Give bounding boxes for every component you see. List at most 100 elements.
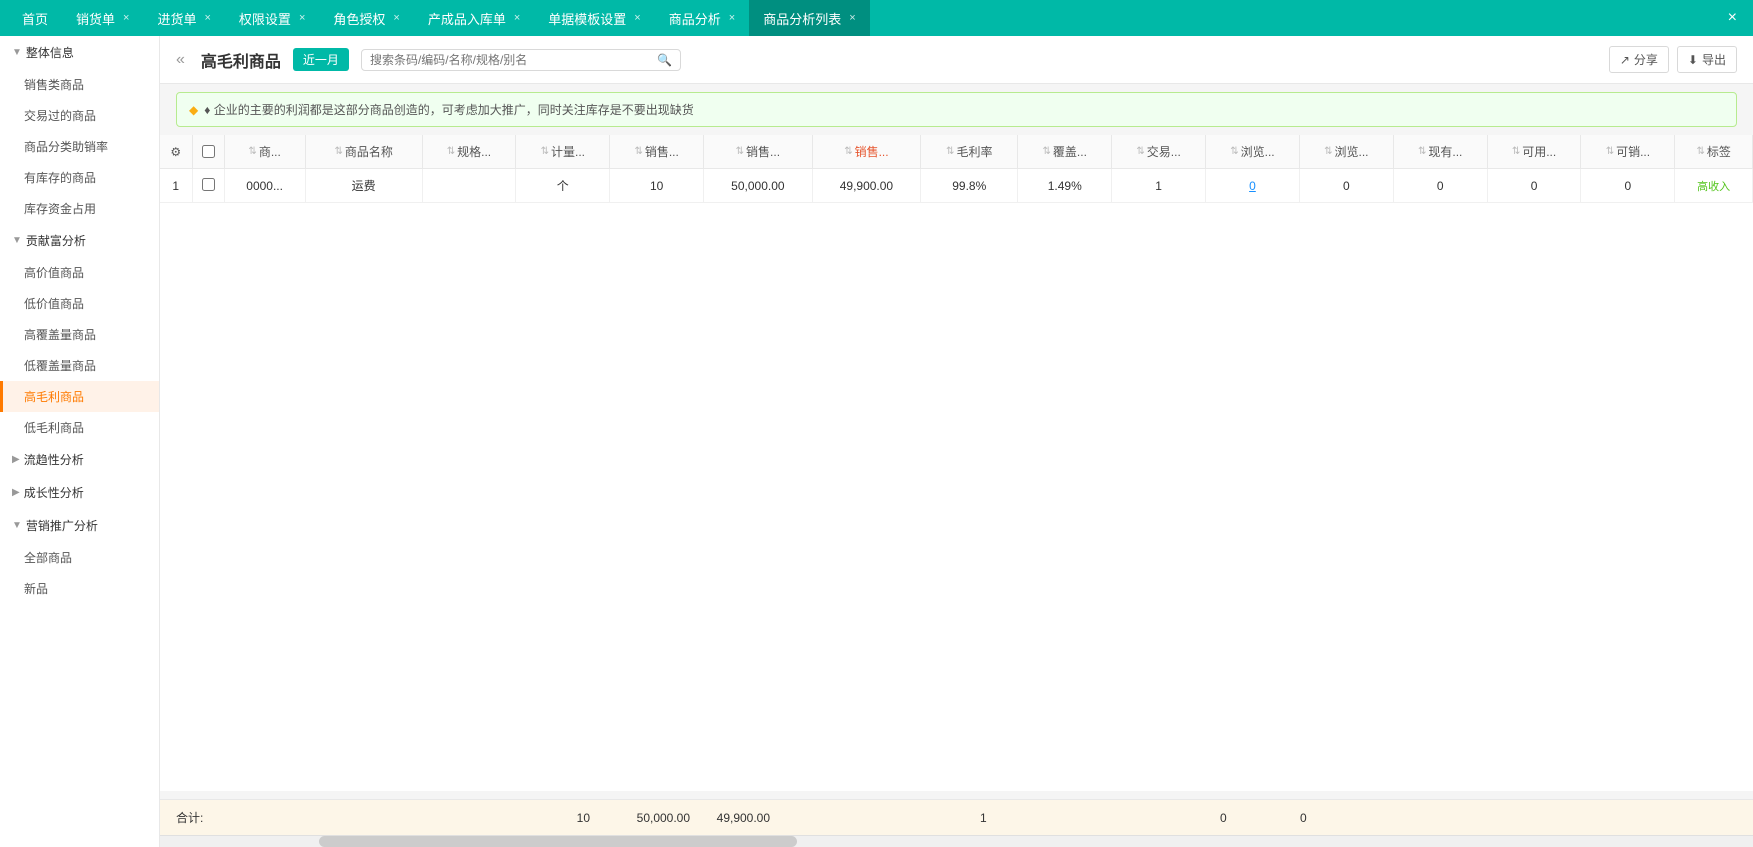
col-current-stock[interactable]: ⇅现有... [1393, 135, 1487, 169]
footer-transactions: 1 [943, 811, 1023, 825]
col-transactions[interactable]: ⇅交易... [1112, 135, 1206, 169]
col-sort-icon-9: ⇅ [1043, 146, 1051, 157]
sidebar-group-marketing[interactable]: ▼ 营销推广分析 [0, 509, 159, 542]
top-navigation: 首页 销货单 × 进货单 × 权限设置 × 角色授权 × 产成品入库单 × 单据… [0, 0, 1753, 36]
sidebar-item-stock-capital[interactable]: 库存资金占用 [0, 193, 159, 224]
nav-item-home[interactable]: 首页 [8, 0, 62, 36]
footer-sales-qty: 10 [543, 811, 623, 825]
col-sellable[interactable]: ⇅可销... [1581, 135, 1675, 169]
scrollbar-thumb[interactable] [319, 836, 797, 847]
col-tag[interactable]: ⇅标签 [1675, 135, 1753, 169]
table-header-row: ⚙ ⇅商... ⇅商品名称 ⇅规格... [160, 135, 1753, 169]
col-sales-qty[interactable]: ⇅销售... [610, 135, 704, 169]
col-sales-amount[interactable]: ⇅销售... [704, 135, 813, 169]
sidebar-group-growth[interactable]: ▶ 成长性分析 [0, 476, 159, 509]
col-available[interactable]: ⇅可用... [1487, 135, 1581, 169]
nav-close-sales[interactable]: × [123, 12, 129, 24]
cell-name: 运费 [305, 169, 422, 203]
cell-tag: 高收入 [1675, 169, 1753, 203]
content-area: « 高毛利商品 近一月 🔍 ↗ 分享 ⬇ 导出 ◆ ♦ 企业的 [160, 36, 1753, 847]
sidebar-item-low-coverage[interactable]: 低覆盖量商品 [0, 350, 159, 381]
col-sort-icon-7: ⇅ [844, 146, 852, 157]
nav-item-product-analysis[interactable]: 商品分析 × [655, 0, 749, 36]
sidebar-item-sales-goods[interactable]: 销售类商品 [0, 69, 159, 100]
table-row: 1 0000... 运费 个 10 50,000.00 49,900.00 99… [160, 169, 1753, 203]
cell-gross-margin: 99.8% [921, 169, 1018, 203]
window-close-button[interactable]: × [1720, 9, 1745, 27]
search-input[interactable] [370, 53, 653, 67]
col-settings[interactable]: ⚙ [160, 135, 192, 169]
info-banner: ◆ ♦ 企业的主要的利润都是这部分商品创造的，可考虑加大推广，同时关注库存是不要… [176, 92, 1737, 127]
sidebar-group-flow[interactable]: ▶ 流趋性分析 [0, 443, 159, 476]
sidebar-item-high-coverage[interactable]: 高覆盖量商品 [0, 319, 159, 350]
sidebar-item-high-value[interactable]: 高价值商品 [0, 257, 159, 288]
horizontal-scrollbar[interactable] [160, 835, 1753, 847]
col-checkbox[interactable] [192, 135, 224, 169]
footer-current-stock: 0 [1183, 811, 1263, 825]
nav-close-product-analysis[interactable]: × [729, 12, 735, 24]
col-sales-profit[interactable]: ⇅销售... [812, 135, 921, 169]
sidebar-item-all-goods[interactable]: 全部商品 [0, 542, 159, 573]
main-layout: ▼ 整体信息 销售类商品 交易过的商品 商品分类助销率 有库存的商品 库存资金占… [0, 36, 1753, 847]
nav-item-purchase[interactable]: 进货单 × [143, 0, 224, 36]
col-unit[interactable]: ⇅计量... [516, 135, 610, 169]
chevron-right-icon-2: ▶ [12, 487, 20, 498]
sidebar-group-contribution[interactable]: ▼ 贡献富分析 [0, 224, 159, 257]
col-sort-icon-15: ⇅ [1606, 146, 1614, 157]
col-sort-icon: ⇅ [248, 146, 256, 157]
col-gross-margin[interactable]: ⇅毛利率 [921, 135, 1018, 169]
footer-available: 0 [1263, 811, 1343, 825]
cell-sales-amount: 50,000.00 [704, 169, 813, 203]
sidebar-item-new-goods[interactable]: 新品 [0, 573, 159, 604]
chevron-down-icon-2: ▼ [12, 235, 22, 246]
cell-code: 0000... [224, 169, 305, 203]
col-sort-icon-14: ⇅ [1512, 146, 1520, 157]
nav-item-template[interactable]: 单据模板设置 × [534, 0, 654, 36]
sidebar-item-traded-goods[interactable]: 交易过的商品 [0, 100, 159, 131]
footer-sales-profit: 49,900.00 [703, 811, 783, 825]
search-icon[interactable]: 🔍 [657, 53, 672, 67]
col-sort-icon-11: ⇅ [1230, 146, 1238, 157]
col-sort-icon-10: ⇅ [1136, 146, 1144, 157]
select-all-checkbox[interactable] [202, 145, 215, 158]
collapse-button[interactable]: « [176, 51, 185, 69]
sidebar-item-high-margin[interactable]: 高毛利商品 [0, 381, 159, 412]
nav-item-permission[interactable]: 权限设置 × [225, 0, 319, 36]
export-icon: ⬇ [1688, 53, 1698, 67]
col-sort-icon-2: ⇅ [334, 146, 342, 157]
nav-item-role[interactable]: 角色授权 × [319, 0, 413, 36]
col-sort-icon-3: ⇅ [447, 146, 455, 157]
nav-close-permission[interactable]: × [299, 12, 305, 24]
col-sort-icon-16: ⇅ [1696, 146, 1704, 157]
nav-close-analysis-list[interactable]: × [849, 12, 855, 24]
cell-browse1[interactable]: 0 [1206, 169, 1300, 203]
nav-item-analysis-list[interactable]: 商品分析列表 × [749, 0, 869, 36]
sidebar-item-low-margin[interactable]: 低毛利商品 [0, 412, 159, 443]
sidebar-item-in-stock[interactable]: 有库存的商品 [0, 162, 159, 193]
nav-close-purchase[interactable]: × [204, 12, 210, 24]
export-button[interactable]: ⬇ 导出 [1677, 46, 1737, 73]
col-code[interactable]: ⇅商... [224, 135, 305, 169]
browse-link[interactable]: 0 [1249, 179, 1256, 193]
share-button[interactable]: ↗ 分享 [1609, 46, 1669, 73]
sidebar-group-overall[interactable]: ▼ 整体信息 [0, 36, 159, 69]
sidebar-item-low-value[interactable]: 低价值商品 [0, 288, 159, 319]
nav-close-role[interactable]: × [393, 12, 399, 24]
nav-item-sales[interactable]: 销货单 × [62, 0, 143, 36]
footer-label: 合计: [176, 809, 203, 826]
cell-transactions: 1 [1112, 169, 1206, 203]
col-name[interactable]: ⇅商品名称 [305, 135, 422, 169]
nav-close-template[interactable]: × [634, 12, 640, 24]
nav-item-product-entry[interactable]: 产成品入库单 × [414, 0, 534, 36]
col-spec[interactable]: ⇅规格... [422, 135, 516, 169]
sidebar-item-category-rate[interactable]: 商品分类助销率 [0, 131, 159, 162]
info-banner-text: ♦ 企业的主要的利润都是这部分商品创造的，可考虑加大推广，同时关注库存是不要出现… [204, 101, 693, 118]
nav-close-product-entry[interactable]: × [514, 12, 520, 24]
col-browse2[interactable]: ⇅浏览... [1299, 135, 1393, 169]
cell-checkbox[interactable] [192, 169, 224, 203]
col-browse1[interactable]: ⇅浏览... [1206, 135, 1300, 169]
col-coverage[interactable]: ⇅覆盖... [1018, 135, 1112, 169]
footer-sales-amount: 50,000.00 [623, 811, 703, 825]
time-filter-button[interactable]: 近一月 [293, 48, 349, 71]
row-checkbox[interactable] [202, 178, 215, 191]
